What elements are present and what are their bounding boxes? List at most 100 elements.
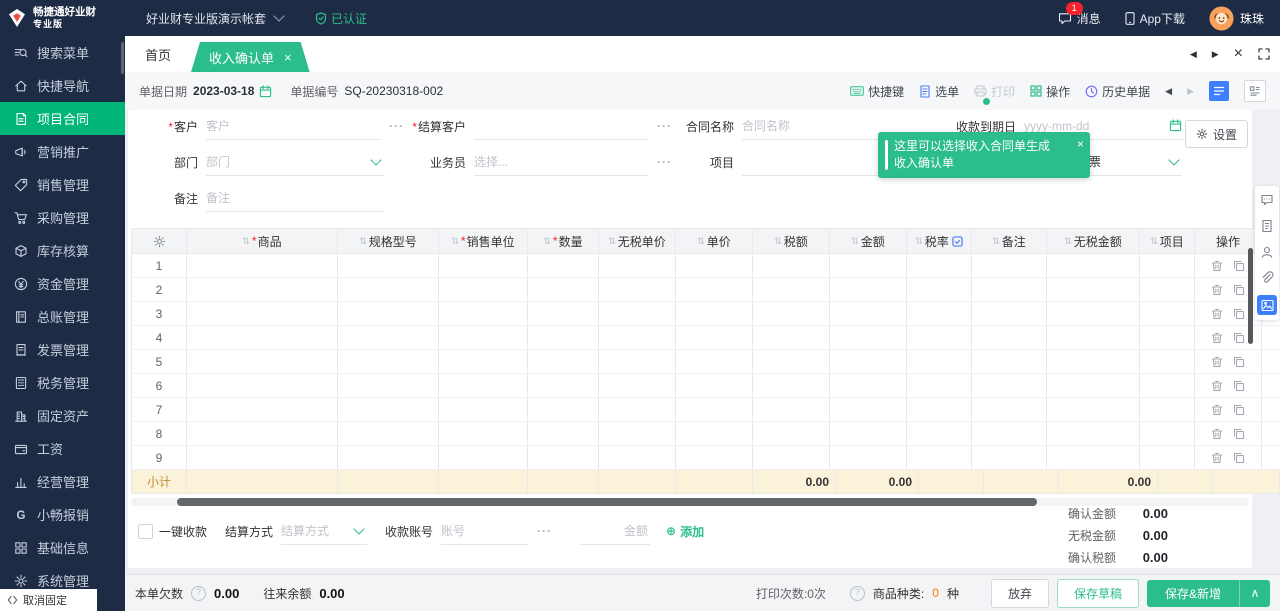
next-document-icon[interactable]: ▶ [1187,86,1194,97]
delete-row-icon[interactable] [1211,380,1223,392]
cell-销售单位[interactable] [439,398,528,421]
cell-税额[interactable] [753,326,830,349]
customer-input[interactable]: 客户 [206,113,381,140]
column-header-税率[interactable]: ⇅ 税率 [907,229,972,253]
sort-icon[interactable]: ⇅ [1150,236,1158,247]
cell-销售单位[interactable] [439,302,528,325]
sort-icon[interactable]: ⇅ [1064,236,1072,247]
cell-商品[interactable] [187,278,338,301]
cell-备注[interactable] [972,446,1047,469]
copy-row-icon[interactable] [1233,308,1245,320]
calendar-icon[interactable] [259,84,272,98]
cell-税率[interactable] [907,278,972,301]
save-and-new-button[interactable]: 保存&新增 ∧ [1146,579,1270,607]
receipt-amount-input[interactable]: 金额 [580,518,651,545]
cell-税额[interactable] [753,374,830,397]
sort-icon[interactable]: ⇅ [992,236,1000,247]
form-view-toggle[interactable] [1209,81,1229,101]
cell-无税金额[interactable] [1047,302,1140,325]
cell-无税单价[interactable] [599,446,676,469]
close-tooltip-icon[interactable]: × [1077,136,1084,153]
cell-备注[interactable] [972,278,1047,301]
cell-无税金额[interactable] [1047,350,1140,373]
table-row[interactable]: 3 [132,302,1280,326]
close-tab-icon[interactable]: × [284,50,292,65]
cell-单价[interactable] [676,374,753,397]
cell-备注[interactable] [972,374,1047,397]
cell-规格型号[interactable] [338,398,439,421]
cell-备注[interactable] [972,422,1047,445]
cell-金额[interactable] [830,446,907,469]
cell-数量[interactable] [528,422,599,445]
sidebar-item-purchase[interactable]: 采购管理 [0,201,125,234]
sidebar-item-tax[interactable]: 税务管理 [0,366,125,399]
copy-row-icon[interactable] [1233,332,1245,344]
settle-method-select[interactable]: 结算方式 [281,518,368,545]
cell-规格型号[interactable] [338,446,439,469]
sort-icon[interactable]: ⇅ [915,236,923,247]
onekey-receipt-checkbox[interactable] [138,523,153,539]
copy-row-icon[interactable] [1233,380,1245,392]
copy-row-icon[interactable] [1233,260,1245,272]
sidebar-item-search-menu[interactable]: 搜索菜单 [0,36,125,69]
cell-数量[interactable] [528,398,599,421]
cell-金额[interactable] [830,350,907,373]
cell-项目[interactable] [1140,422,1195,445]
close-all-tabs-icon[interactable]: × [1234,46,1243,62]
messages-button[interactable]: 消息 1 [1058,1,1101,27]
sidebar-item-payroll[interactable]: 工资 [0,432,125,465]
sort-icon[interactable]: ⇅ [451,236,459,247]
cell-规格型号[interactable] [338,302,439,325]
cell-数量[interactable] [528,302,599,325]
cell-无税单价[interactable] [599,398,676,421]
cell-税额[interactable] [753,254,830,277]
copy-row-icon[interactable] [1233,428,1245,440]
cell-单价[interactable] [676,326,753,349]
cell-销售单位[interactable] [439,374,528,397]
table-row[interactable]: 9 [132,446,1280,470]
cell-金额[interactable] [830,254,907,277]
table-row[interactable]: 8 [132,422,1280,446]
cell-无税单价[interactable] [599,350,676,373]
unpin-sidebar-button[interactable]: 取消固定 [0,589,97,611]
app-download-button[interactable]: App下载 [1125,10,1185,27]
delete-row-icon[interactable] [1211,260,1223,272]
cell-税率[interactable] [907,374,972,397]
cell-单价[interactable] [676,302,753,325]
contact-helper-icon[interactable] [1258,243,1276,261]
receipt-account-input[interactable]: 账号 [441,518,530,545]
delete-row-icon[interactable] [1211,404,1223,416]
assistant-chat-icon[interactable] [1258,191,1276,209]
cell-单价[interactable] [676,254,753,277]
horizontal-scrollbar-thumb[interactable] [177,498,1037,506]
cell-税率[interactable] [907,398,972,421]
cell-商品[interactable] [187,446,338,469]
cell-项目[interactable] [1140,374,1195,397]
more-options-icon[interactable]: ··· [537,524,552,538]
sidebar-item-sales[interactable]: 销售管理 [0,168,125,201]
cell-商品[interactable] [187,422,338,445]
delete-row-icon[interactable] [1211,356,1223,368]
attachment-icon[interactable] [1258,269,1276,287]
sidebar-item-base-info[interactable]: 基础信息 [0,531,125,564]
cell-金额[interactable] [830,422,907,445]
sort-icon[interactable]: ⇅ [543,236,551,247]
table-row[interactable]: 6 [132,374,1280,398]
cell-备注[interactable] [972,302,1047,325]
sidebar-item-marketing[interactable]: 营销推广 [0,135,125,168]
sidebar-item-funds[interactable]: 资金管理 [0,267,125,300]
cell-项目[interactable] [1140,446,1195,469]
column-header-税额[interactable]: ⇅ 税额 [753,229,830,253]
cell-单价[interactable] [676,350,753,373]
cell-无税金额[interactable] [1047,374,1140,397]
add-payment-button[interactable]: ⊕ 添加 [666,523,704,540]
print-button[interactable]: 打印 [974,83,1015,100]
column-header-项目[interactable]: ⇅ 项目 [1140,229,1195,253]
cell-金额[interactable] [830,398,907,421]
table-row[interactable]: 1 [132,254,1280,278]
cell-无税单价[interactable] [599,302,676,325]
copy-row-icon[interactable] [1233,404,1245,416]
cell-数量[interactable] [528,446,599,469]
chevron-up-icon[interactable]: ∧ [1239,579,1270,607]
sidebar-item-quick-nav[interactable]: 快捷导航 [0,69,125,102]
